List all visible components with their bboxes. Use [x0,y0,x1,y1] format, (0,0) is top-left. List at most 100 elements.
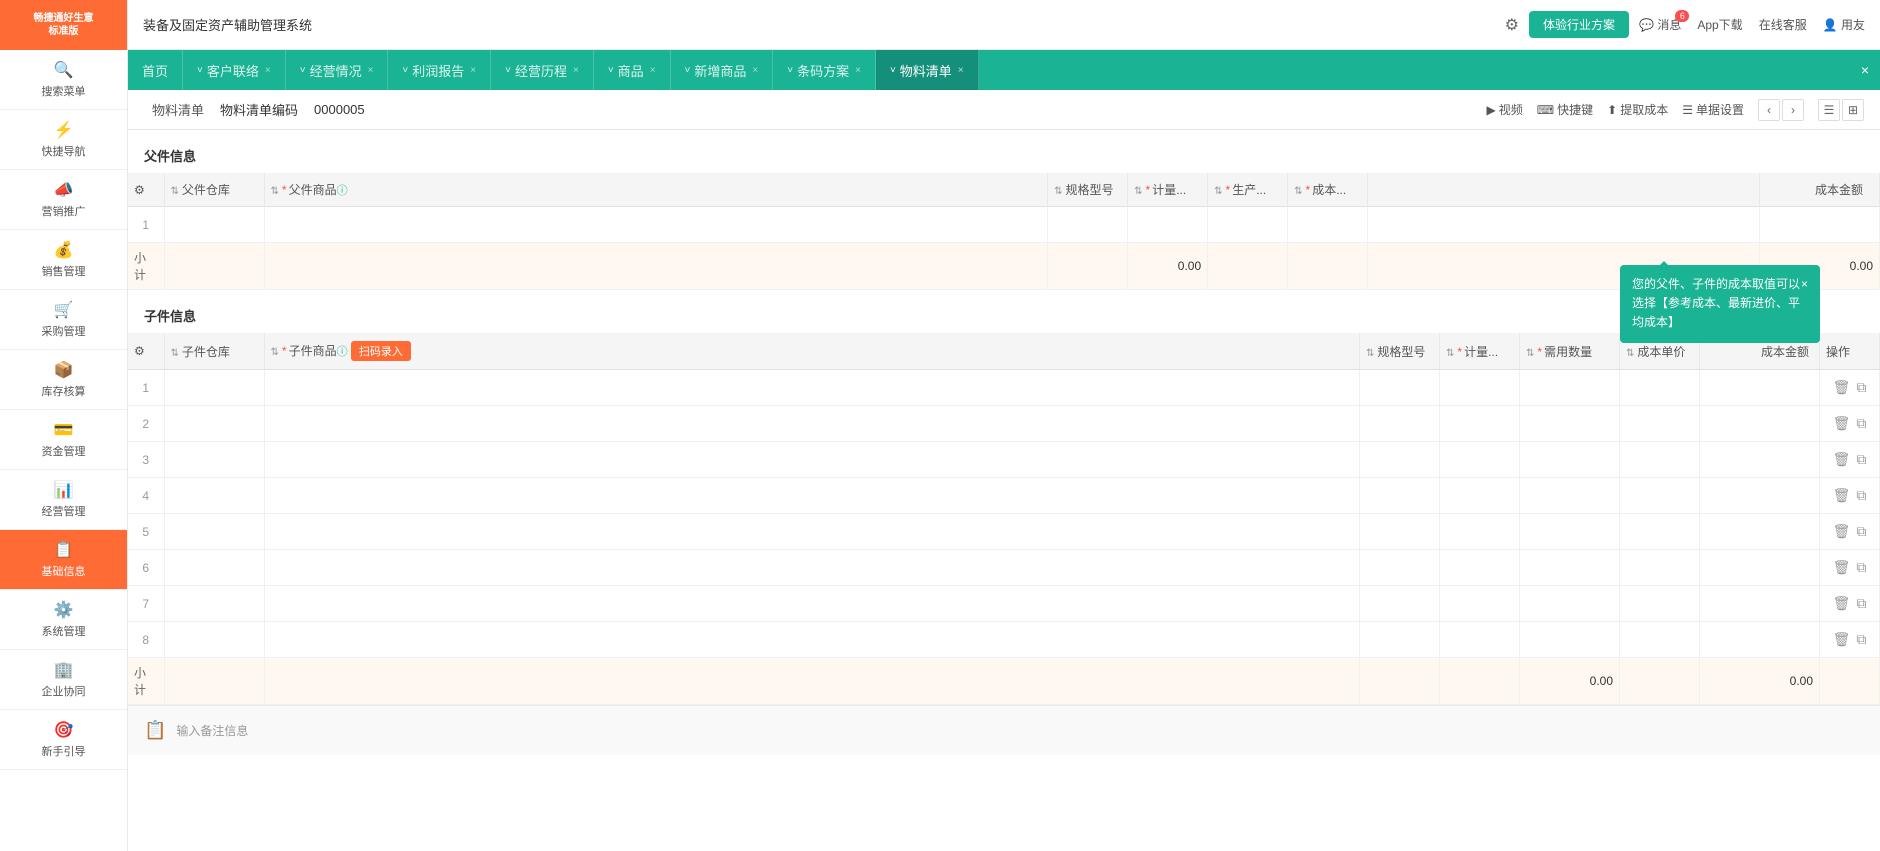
child-warehouse-8[interactable] [164,622,264,658]
breadcrumb-detail[interactable]: 物料清单编码 [212,100,306,119]
child-spec-6[interactable] [1360,550,1440,586]
sidebar-item-system[interactable]: ⚙️系统管理 [0,590,127,650]
navtab-1[interactable]: ˅客户联络× [183,50,286,90]
child-spec-7[interactable] [1360,586,1440,622]
child-product-6[interactable] [264,550,1360,586]
child-product-8[interactable] [264,622,1360,658]
sidebar-item-sales[interactable]: 💰销售管理 [0,230,127,290]
child-costprice-7[interactable] [1620,586,1700,622]
navtab-7[interactable]: ˅条码方案× [773,50,876,90]
delete-icon-2[interactable]: 🗑 [1833,415,1851,432]
child-qty-6[interactable] [1520,550,1620,586]
child-unit-5[interactable] [1440,514,1520,550]
navtab-5[interactable]: ˅商品× [594,50,671,90]
parent-production-1[interactable] [1208,207,1288,243]
sidebar-item-guide[interactable]: 🎯新手引导 [0,710,127,770]
tab-close-1[interactable]: × [265,65,271,76]
delete-icon-3[interactable]: 🗑 [1833,451,1851,468]
child-unit-4[interactable] [1440,478,1520,514]
child-spec-5[interactable] [1360,514,1440,550]
delete-icon-4[interactable]: 🗑 [1833,487,1851,504]
copy-icon-1[interactable]: ⧉ [1856,379,1866,396]
copy-icon-5[interactable]: ⧉ [1856,523,1866,540]
copy-icon-8[interactable]: ⧉ [1856,631,1866,648]
child-qty-3[interactable] [1520,442,1620,478]
child-col-qty[interactable]: ⇅*需用数量 [1520,333,1620,370]
online-support-link[interactable]: 在线客服 [1759,16,1807,33]
parent-col-unit[interactable]: ⇅*计量... [1128,173,1208,207]
child-warehouse-1[interactable] [164,370,264,406]
child-spec-1[interactable] [1360,370,1440,406]
prev-record-button[interactable]: ‹ [1758,99,1780,121]
child-unit-2[interactable] [1440,406,1520,442]
child-qty-7[interactable] [1520,586,1620,622]
child-unit-8[interactable] [1440,622,1520,658]
parent-cost-1[interactable] [1288,207,1368,243]
child-unit-3[interactable] [1440,442,1520,478]
navtab-0[interactable]: 首页 [128,50,183,90]
grid-view-button[interactable]: ⊞ [1842,99,1864,121]
child-product-2[interactable] [264,406,1360,442]
parent-unit-1[interactable] [1128,207,1208,243]
parent-col-config[interactable]: ⚙ [128,173,164,207]
delete-icon-5[interactable]: 🗑 [1833,523,1851,540]
child-qty-4[interactable] [1520,478,1620,514]
child-product-3[interactable] [264,442,1360,478]
parent-warehouse-1[interactable] [164,207,264,243]
sidebar-item-enterprise[interactable]: 🏢企业协同 [0,650,127,710]
child-unit-7[interactable] [1440,586,1520,622]
navtab-6[interactable]: ˅新增商品× [671,50,774,90]
parent-col-cost[interactable]: ⇅*成本... [1288,173,1368,207]
breadcrumb-list[interactable]: 物料清单 [144,100,212,119]
sidebar-item-inventory[interactable]: 📦库存核算 [0,350,127,410]
child-costprice-4[interactable] [1620,478,1700,514]
child-spec-4[interactable] [1360,478,1440,514]
child-col-unit[interactable]: ⇅*计量... [1440,333,1520,370]
app-download-link[interactable]: App下载 [1697,16,1742,33]
settings-icon[interactable]: ⚙ [1505,15,1519,35]
child-col-spec[interactable]: ⇅规格型号 [1360,333,1440,370]
child-unit-6[interactable] [1440,550,1520,586]
child-warehouse-7[interactable] [164,586,264,622]
tab-close-2[interactable]: × [368,65,374,76]
navtab-4[interactable]: ˅经营历程× [491,50,594,90]
child-costprice-2[interactable] [1620,406,1700,442]
child-qty-2[interactable] [1520,406,1620,442]
child-qty-5[interactable] [1520,514,1620,550]
tab-close-6[interactable]: × [752,65,758,76]
navtab-3[interactable]: ˅利润报告× [388,50,491,90]
delete-icon-8[interactable]: 🗑 [1833,631,1851,648]
sidebar-item-basic[interactable]: 📋基础信息 [0,530,127,590]
child-spec-3[interactable] [1360,442,1440,478]
child-col-warehouse[interactable]: ⇅子件仓库 [164,333,264,370]
cost-link[interactable]: ⬆ 提取成本 [1607,101,1668,118]
parent-product-1[interactable] [264,207,1048,243]
tooltip-close-button[interactable]: × [1801,275,1808,294]
tab-close-5[interactable]: × [650,65,656,76]
tab-close-7[interactable]: × [855,65,861,76]
child-warehouse-3[interactable] [164,442,264,478]
tab-close-3[interactable]: × [470,65,476,76]
child-spec-8[interactable] [1360,622,1440,658]
bottom-icon[interactable]: 📋 [144,720,166,741]
child-product-7[interactable] [264,586,1360,622]
sidebar-item-operations[interactable]: 📊经营管理 [0,470,127,530]
delete-icon-1[interactable]: 🗑 [1833,379,1851,396]
navtab-2[interactable]: ˅经营情况× [286,50,389,90]
child-warehouse-2[interactable] [164,406,264,442]
parent-col-warehouse[interactable]: ⇅父件仓库 [164,173,264,207]
notification-bell[interactable]: 💬 6 消息 [1639,16,1681,33]
sidebar-item-marketing[interactable]: 📣营销推广 [0,170,127,230]
child-warehouse-6[interactable] [164,550,264,586]
copy-icon-3[interactable]: ⧉ [1856,451,1866,468]
sidebar-item-purchase[interactable]: 🛒采购管理 [0,290,127,350]
trial-button[interactable]: 体验行业方案 [1529,11,1629,38]
child-qty-1[interactable] [1520,370,1620,406]
copy-icon-6[interactable]: ⧉ [1856,559,1866,576]
child-costprice-8[interactable] [1620,622,1700,658]
child-col-config[interactable]: ⚙ [128,333,164,370]
copy-icon-2[interactable]: ⧉ [1856,415,1866,432]
sidebar-item-quicknav[interactable]: ⚡快捷导航 [0,110,127,170]
parent-col-product[interactable]: ⇅*父件商品ⓘ [264,173,1048,207]
child-product-5[interactable] [264,514,1360,550]
